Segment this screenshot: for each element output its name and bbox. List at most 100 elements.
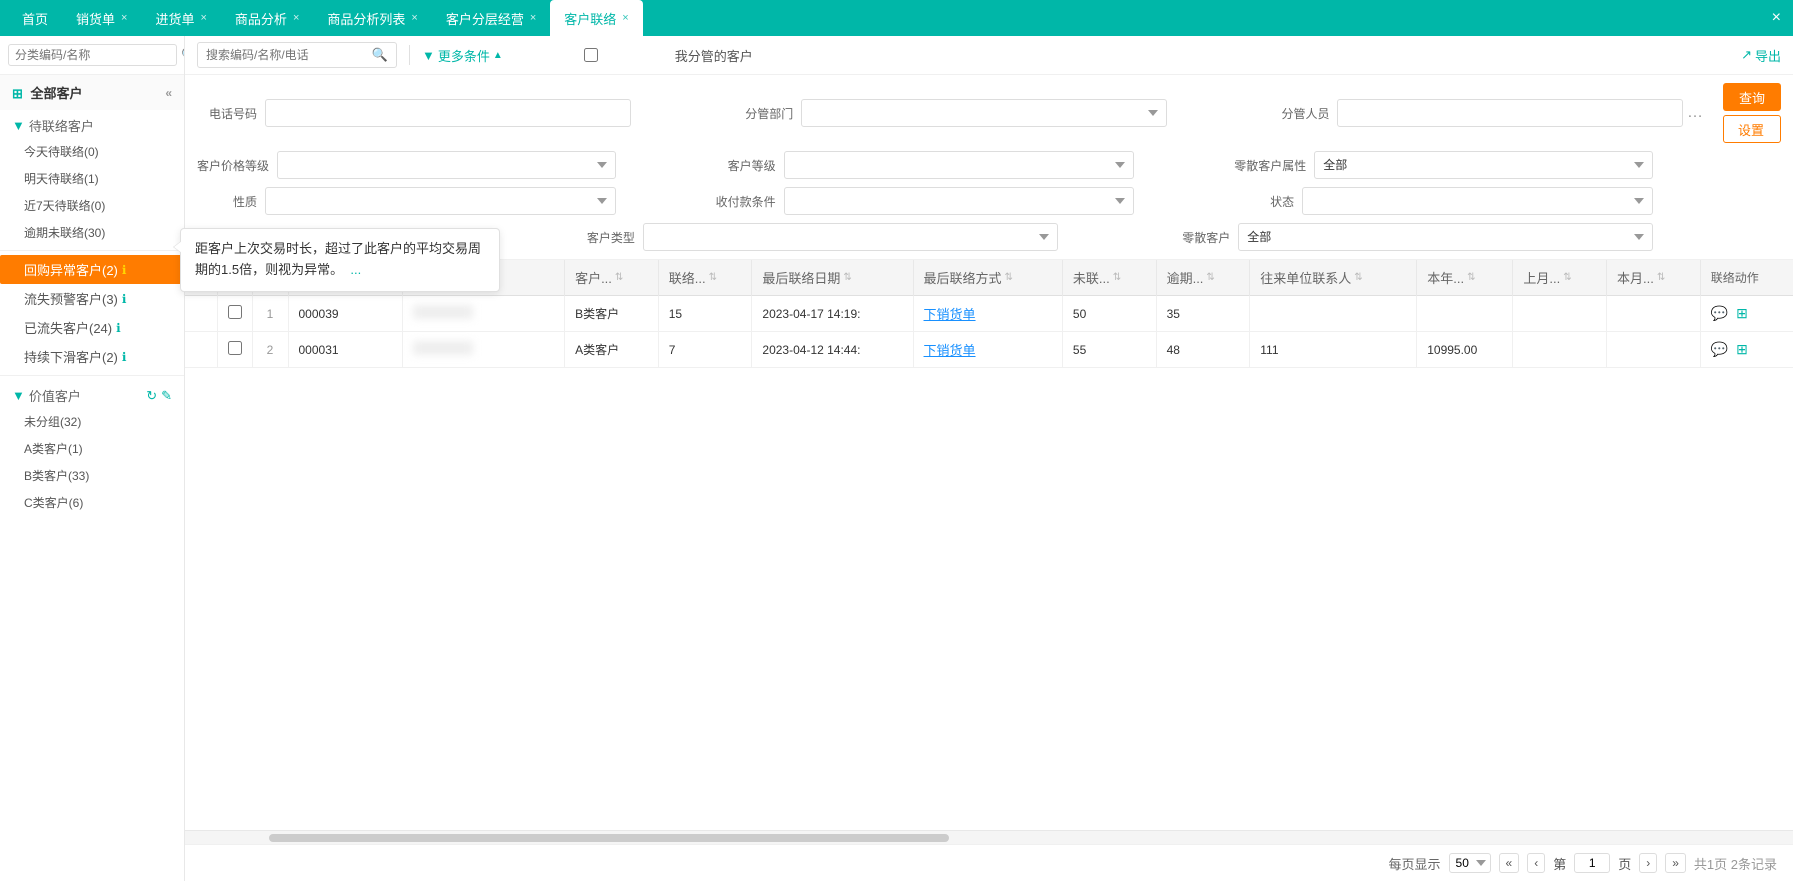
- refresh-icon[interactable]: ↻: [146, 388, 157, 404]
- customer-grade-select[interactable]: [784, 151, 1135, 179]
- scroll-thumb[interactable]: [269, 834, 949, 842]
- nav-item-customer-contact[interactable]: 客户联络 ×: [550, 0, 642, 36]
- row1-contact-link[interactable]: 下销货单: [924, 307, 976, 322]
- close-customer-segment-icon[interactable]: ×: [530, 12, 536, 24]
- uncontacted-col-header[interactable]: 未联...⇅: [1062, 260, 1156, 296]
- search-box: 🔍: [197, 42, 397, 68]
- my-customers-label: 我分管的客户: [675, 46, 753, 65]
- phone-input[interactable]: [265, 99, 631, 127]
- per-page-select[interactable]: 50: [1449, 853, 1491, 873]
- prev-page-button[interactable]: ‹: [1527, 853, 1545, 873]
- person-more-icon[interactable]: …: [1687, 104, 1703, 122]
- customer-type-select[interactable]: [643, 223, 1058, 251]
- nav-item-home[interactable]: 首页: [8, 0, 62, 36]
- nav-item-sales[interactable]: 销货单 ×: [62, 0, 141, 36]
- last-contact-method-col-header[interactable]: 最后联络方式⇅: [913, 260, 1062, 296]
- row2-company-contact: 111: [1250, 332, 1417, 368]
- c-class-item[interactable]: C类客户(6): [0, 489, 184, 516]
- churned-item[interactable]: 已流失客户(24) ℹ: [0, 313, 184, 342]
- row1-uncontacted: 50: [1062, 296, 1156, 332]
- close-product-list-icon[interactable]: ×: [411, 12, 417, 24]
- export-button[interactable]: ↗ 导出: [1741, 46, 1781, 65]
- abnormal-repurchase-item[interactable]: 回购异常客户(2) ℹ: [0, 255, 184, 284]
- ungroup-item[interactable]: 未分组(32): [0, 408, 184, 435]
- data-table-wrapper: ⚙ # 客户编码⇅ 客户名称⇅ 客户...⇅: [185, 260, 1793, 830]
- uncontacted-sort-icon: ⇅: [1113, 272, 1121, 283]
- row2-checkbox-cell: [217, 332, 252, 368]
- nav-item-purchase[interactable]: 进货单 ×: [141, 0, 220, 36]
- this-month-col-header[interactable]: 本月...⇅: [1607, 260, 1701, 296]
- next-page-button[interactable]: ›: [1639, 853, 1657, 873]
- close-purchase-icon[interactable]: ×: [200, 12, 206, 24]
- row2-last-month: [1513, 332, 1607, 368]
- tooltip-more[interactable]: ...: [350, 262, 361, 277]
- more-conditions-button[interactable]: ▼ 更多条件 ▲: [422, 46, 503, 65]
- row1-checkbox-cell: [217, 296, 252, 332]
- chevron-up-icon: ▲: [493, 50, 503, 61]
- sidebar-search-input[interactable]: [8, 44, 177, 66]
- search-submit-icon[interactable]: 🔍: [372, 47, 388, 63]
- my-customers-checkbox[interactable]: [511, 48, 671, 62]
- today-pending-item[interactable]: 今天待联络(0): [0, 138, 184, 165]
- person-label: 分管人员: [1269, 105, 1329, 122]
- method-sort-icon: ⇅: [1005, 272, 1013, 283]
- row2-checkbox[interactable]: [228, 341, 242, 355]
- contact-sort-icon: ⇅: [709, 272, 717, 283]
- search-input[interactable]: [206, 48, 366, 62]
- row1-checkbox[interactable]: [228, 305, 242, 319]
- close-customer-contact-icon[interactable]: ×: [622, 12, 628, 24]
- sidebar-collapse-icon[interactable]: «: [165, 86, 172, 100]
- last-contact-date-col-header[interactable]: 最后联络日期⇅: [752, 260, 913, 296]
- pay-field: 收付款条件: [716, 187, 1135, 215]
- declining-item[interactable]: 持续下滑客户(2) ℹ: [0, 342, 184, 371]
- row1-grid-icon[interactable]: ⊞: [1736, 305, 1748, 322]
- edit-icon[interactable]: ✎: [161, 388, 172, 404]
- tomorrow-pending-item[interactable]: 明天待联络(1): [0, 165, 184, 192]
- row2-grid-icon[interactable]: ⊞: [1736, 341, 1748, 358]
- zero-attr-field: 零散客户属性 全部: [1234, 151, 1653, 179]
- contact-col-header[interactable]: 联络...⇅: [658, 260, 752, 296]
- close-all-button[interactable]: ×: [1772, 9, 1781, 27]
- value-customer-group[interactable]: ▼ 价值客户 ↻ ✎: [0, 380, 184, 408]
- category-col-header[interactable]: 客户...⇅: [565, 260, 659, 296]
- zero-customer-select[interactable]: 全部: [1238, 223, 1653, 251]
- query-button[interactable]: 查询: [1723, 83, 1781, 111]
- settings-button[interactable]: 设置: [1723, 115, 1781, 143]
- b-class-item[interactable]: B类客户(33): [0, 462, 184, 489]
- company-contact-col-header[interactable]: 往来单位联系人⇅: [1250, 260, 1417, 296]
- row1-last-contact-method: 下销货单: [913, 296, 1062, 332]
- overdue-col-header[interactable]: 逾期...⇅: [1156, 260, 1250, 296]
- dept-select[interactable]: [801, 99, 1167, 127]
- row1-contact: 15: [658, 296, 752, 332]
- row2-chat-icon[interactable]: 💬: [1711, 341, 1728, 358]
- row1-gear: [185, 296, 217, 332]
- content-area: 🔍 ▼ 更多条件 ▲ 我分管的客户 ↗ 导出 电话号码: [185, 36, 1793, 881]
- zero-attr-select[interactable]: 全部: [1314, 151, 1653, 179]
- row2-name: [402, 332, 564, 368]
- a-class-item[interactable]: A类客户(1): [0, 435, 184, 462]
- nav-item-customer-segment[interactable]: 客户分层经营 ×: [432, 0, 550, 36]
- gender-select[interactable]: [265, 187, 616, 215]
- first-page-button[interactable]: «: [1499, 853, 1520, 873]
- nav-item-product-list[interactable]: 商品分析列表 ×: [313, 0, 431, 36]
- pending-contact-group[interactable]: ▼ 待联络客户: [0, 110, 184, 138]
- row1-chat-icon[interactable]: 💬: [1711, 305, 1728, 322]
- overdue-item[interactable]: 逾期未联络(30): [0, 219, 184, 246]
- week-pending-item[interactable]: 近7天待联络(0): [0, 192, 184, 219]
- horizontal-scrollbar[interactable]: [185, 830, 1793, 844]
- last-month-col-header[interactable]: 上月...⇅: [1513, 260, 1607, 296]
- status-select[interactable]: [1302, 187, 1653, 215]
- person-input[interactable]: [1337, 99, 1683, 127]
- churn-warning-item[interactable]: 流失预警客户(3) ℹ: [0, 284, 184, 313]
- close-sales-icon[interactable]: ×: [121, 12, 127, 24]
- price-grade-select[interactable]: [277, 151, 616, 179]
- last-page-button[interactable]: »: [1665, 853, 1686, 873]
- row2-contact-link[interactable]: 下销货单: [924, 343, 976, 358]
- row1-category: B类客户: [565, 296, 659, 332]
- nav-item-product-analysis[interactable]: 商品分析 ×: [221, 0, 313, 36]
- page-input[interactable]: [1574, 853, 1610, 873]
- row1-this-month: [1607, 296, 1701, 332]
- pay-select[interactable]: [784, 187, 1135, 215]
- this-year-col-header[interactable]: 本年...⇅: [1417, 260, 1513, 296]
- close-product-analysis-icon[interactable]: ×: [293, 12, 299, 24]
